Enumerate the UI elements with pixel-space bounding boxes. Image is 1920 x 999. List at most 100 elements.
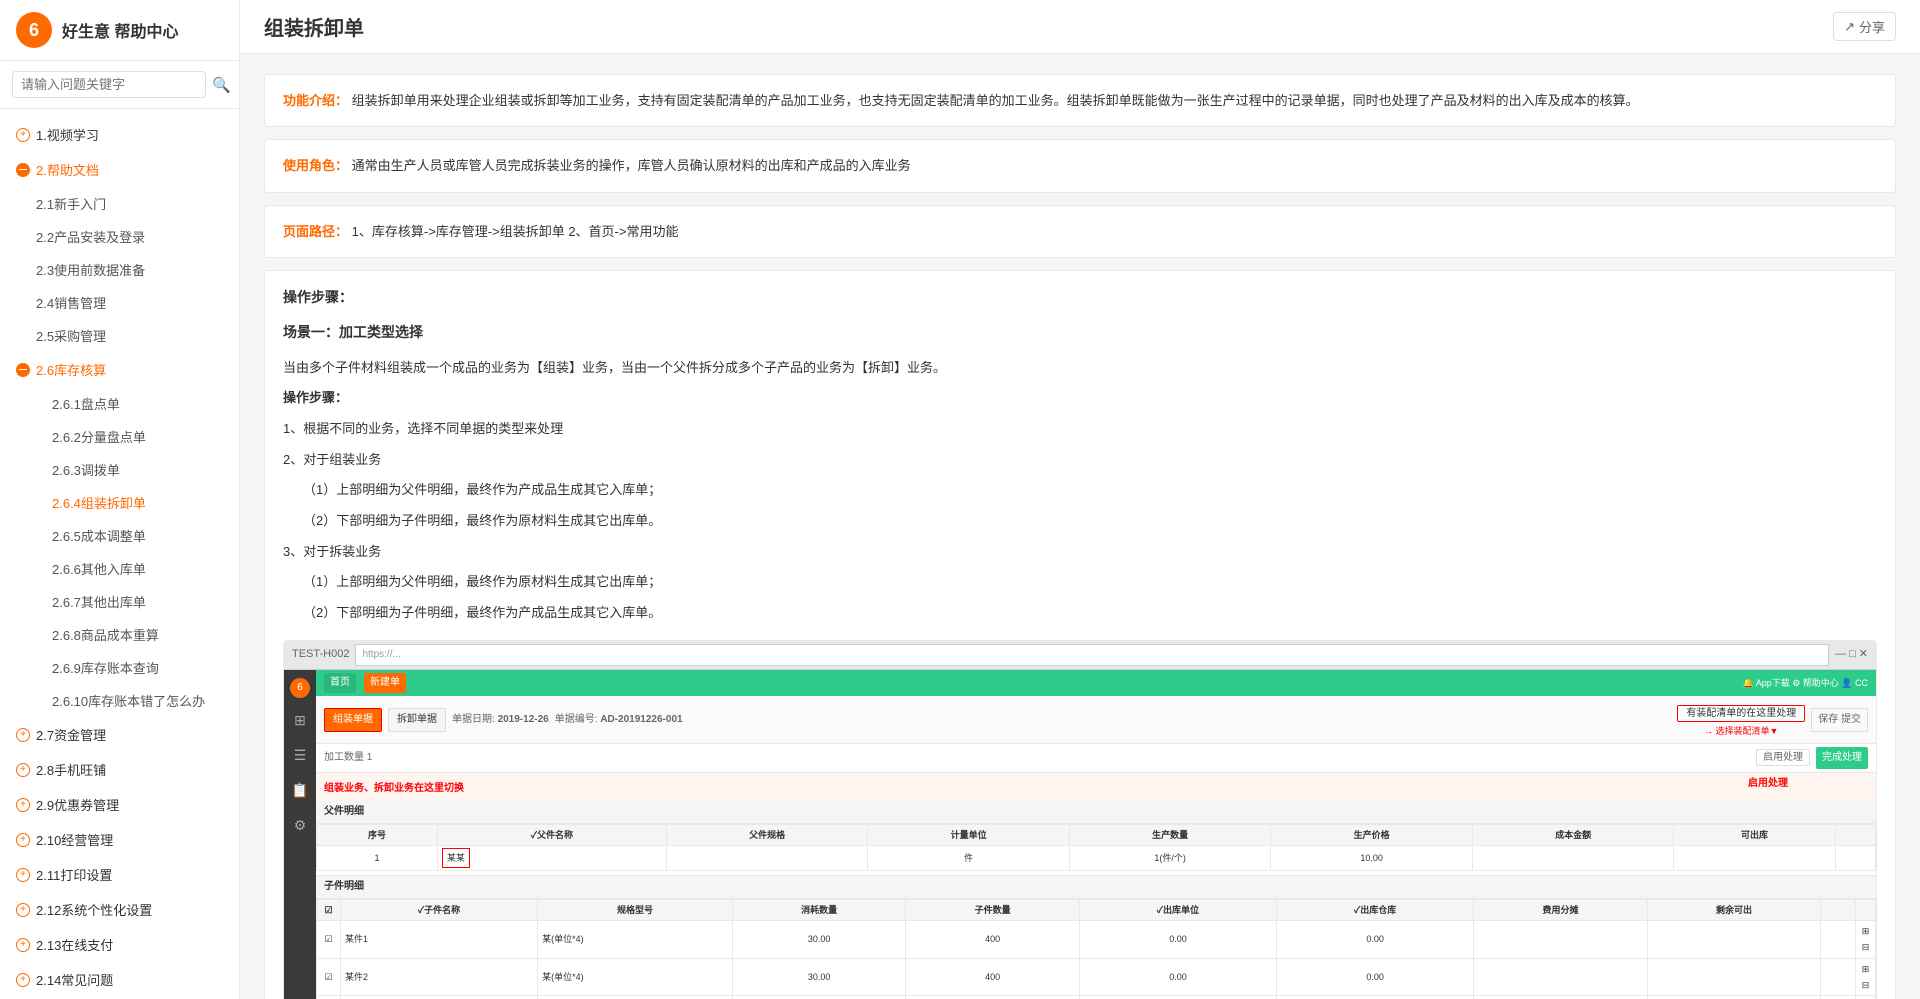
step3: 3、对于拆装业务	[283, 540, 1877, 565]
page-title: 组装拆卸单	[264, 12, 364, 41]
sidebar-item-mobile[interactable]: + 2.8手机旺铺	[0, 752, 239, 787]
expand-icon: +	[16, 728, 30, 742]
mock-enable-btn: 启用处理	[1756, 749, 1810, 766]
role-text: 通常由生产人员或库管人员完成拆装业务的操作，库管人员确认原材料的出库和产成品的入…	[352, 158, 911, 173]
logo-icon: 6	[16, 12, 52, 48]
scene1-label: 场景一：加工类型选择	[283, 320, 1877, 345]
path-label: 页面路径：	[283, 224, 348, 239]
content-area: 功能介绍： 组装拆卸单用来处理企业组装或拆卸等加工业务，支持有固定装配清单的产品…	[240, 54, 1920, 999]
mock-logo: 6	[290, 678, 310, 698]
expand-icon: +	[16, 833, 30, 847]
role-block: 使用角色： 通常由生产人员或库管人员完成拆装业务的操作，库管人员确认原材料的出库…	[264, 139, 1896, 192]
sidebar-item-stocktake[interactable]: 2.6.1盘点单	[0, 387, 239, 420]
collapse-icon-inventory	[16, 363, 30, 377]
sidebar-item-recalc[interactable]: 2.6.8商品成本重算	[0, 618, 239, 651]
mock-tab-new: 新建单	[364, 673, 406, 693]
step2-sub1: （1）上部明细为父件明细，最终作为产成品生成其它入库单；	[303, 478, 1877, 503]
sidebar-item-install[interactable]: 2.2产品安装及登录	[0, 220, 239, 253]
collapse-icon	[16, 163, 30, 177]
mock-nav-icon3: 📋	[291, 778, 308, 803]
expand-icon: +	[16, 128, 30, 142]
mock-app-controls: — □ ✕	[1835, 645, 1868, 665]
sidebar-item-faq[interactable]: + 2.14常见问题	[0, 962, 239, 997]
path-block: 页面路径： 1、库存核算->库存管理->组装拆卸单 2、首页->常用功能	[264, 205, 1896, 258]
sidebar-item-newcomer[interactable]: 2.1新手入门	[0, 187, 239, 220]
mock-qty-label: 加工数量 1	[324, 749, 372, 767]
step3-sub1: （1）上部明细为父件明细，最终作为原材料生成其它出库单；	[303, 570, 1877, 595]
sidebar: 6 好生意 帮助中心 🔍 + 1.视频学习 2.帮助文档 2.1新手入门 2.2…	[0, 0, 240, 999]
sidebar-item-cost[interactable]: 2.6.5成本调整单	[0, 519, 239, 552]
sidebar-item-finance[interactable]: + 2.7资金管理	[0, 717, 239, 752]
expand-icon: +	[16, 798, 30, 812]
expand-icon: +	[16, 903, 30, 917]
mock-btn-select-bom: 有装配清单的在这里处理	[1677, 705, 1805, 722]
mock-annotation1: → 选择装配清单▼	[1677, 723, 1805, 739]
expand-icon: +	[16, 973, 30, 987]
sidebar-item-other-in[interactable]: 2.6.6其他入库单	[0, 552, 239, 585]
sidebar-item-error[interactable]: 2.6.10库存账本错了怎么办	[0, 684, 239, 717]
sidebar-item-ledger[interactable]: 2.6.9库存账本查询	[0, 651, 239, 684]
step1: 1、根据不同的业务，选择不同单据的类型来处理	[283, 417, 1877, 442]
sidebar-item-other-out[interactable]: 2.6.7其他出库单	[0, 585, 239, 618]
annotation-enable: 启用处理	[1748, 775, 1788, 793]
ops-label: 操作步骤：	[283, 285, 1877, 310]
main-header: 组装拆卸单 ↗ 分享	[240, 0, 1920, 54]
mock-form-date: 单据日期: 2019-12-26	[452, 711, 549, 729]
step2-sub2: （2）下部明细为子件明细，最终作为原材料生成其它出库单。	[303, 509, 1877, 534]
intro-label: 功能介绍：	[283, 93, 348, 108]
sidebar-item-ops[interactable]: + 2.10经营管理	[0, 822, 239, 857]
mock-confirm-btn: 完成处理	[1816, 747, 1868, 769]
ops-steps-label: 操作步骤：	[283, 386, 1877, 411]
sidebar-item-payment[interactable]: + 2.13在线支付	[0, 927, 239, 962]
mock-parent-label: 父件明细	[316, 801, 1876, 824]
mock-btn-save: 保存 提交	[1811, 708, 1868, 732]
sidebar-item-custom[interactable]: + 2.12系统个性化设置	[0, 892, 239, 927]
expand-icon: +	[16, 763, 30, 777]
scene1-desc: 当由多个子件材料组装成一个成品的业务为【组装】业务，当由一个父件拆分成多个子产品…	[283, 356, 1877, 381]
mock-tab-home: 首页	[324, 673, 356, 693]
search-box: 🔍	[0, 61, 239, 109]
mock-nav-icon4: ⚙	[294, 813, 307, 838]
expand-icon: +	[16, 868, 30, 882]
mock-parent-table: 序号 ✓父件名称 父件规格 计量单位 生产数量 生产价格 成本金额 可出库	[316, 824, 1876, 871]
sidebar-item-coupon[interactable]: + 2.9优惠券管理	[0, 787, 239, 822]
intro-text: 组装拆卸单用来处理企业组装或拆卸等加工业务，支持有固定装配清单的产品加工业务，也…	[352, 93, 1639, 108]
mock-address-bar: TEST-H002	[292, 645, 349, 665]
step2: 2、对于组装业务	[283, 448, 1877, 473]
mock-child-label: 子件明细	[316, 875, 1876, 899]
step3-sub2: （2）下部明细为子件明细，最终作为产成品生成其它入库单。	[303, 601, 1877, 626]
mock-form-id: 单据编号: AD-20191226-001	[555, 711, 683, 729]
sidebar-item-label: 1.视频学习	[36, 125, 99, 144]
search-input[interactable]	[12, 71, 206, 98]
mock-btn-disassembly: 拆卸单据	[388, 708, 446, 732]
main-content: 组装拆卸单 ↗ 分享 功能介绍： 组装拆卸单用来处理企业组装或拆卸等加工业务，支…	[240, 0, 1920, 999]
sidebar-item-data[interactable]: 2.3使用前数据准备	[0, 253, 239, 286]
expand-icon: +	[16, 938, 30, 952]
search-icon[interactable]: 🔍	[212, 76, 231, 94]
share-icon: ↗	[1844, 19, 1855, 35]
intro-block: 功能介绍： 组装拆卸单用来处理企业组装或拆卸等加工业务，支持有固定装配清单的产品…	[264, 74, 1896, 127]
sidebar-item-label: 2.帮助文档	[36, 160, 99, 179]
ops-block: 操作步骤： 场景一：加工类型选择 当由多个子件材料组装成一个成品的业务为【组装】…	[264, 270, 1896, 999]
annotation-switch: 组装业务、拆卸业务在这里切换	[324, 783, 464, 794]
sidebar-title: 好生意 帮助中心	[62, 18, 178, 42]
sidebar-item-assembly[interactable]: 2.6.4组装拆卸单	[0, 486, 239, 519]
sidebar-item-inventory[interactable]: 2.6库存核算	[0, 352, 239, 387]
sidebar-item-partial[interactable]: 2.6.2分量盘点单	[0, 420, 239, 453]
mock-nav-icon1: ⊞	[294, 708, 306, 733]
sidebar-item-print[interactable]: + 2.11打印设置	[0, 857, 239, 892]
mock-btn-assembly: 组装单据	[324, 708, 382, 732]
sidebar-item-purchase[interactable]: 2.5采购管理	[0, 319, 239, 352]
sidebar-item-sales[interactable]: 2.4销售管理	[0, 286, 239, 319]
sidebar-item-transfer[interactable]: 2.6.3调拨单	[0, 453, 239, 486]
mock-parent-name: 某某	[442, 848, 470, 868]
mock-topbar-icons: 🔔 App下载 ⚙ 帮助中心 👤 CC	[1743, 675, 1869, 691]
screenshot: TEST-H002 https://... — □ ✕ 6 ⊞ ☰ 📋 ⚙	[283, 640, 1877, 999]
share-button[interactable]: ↗ 分享	[1833, 12, 1896, 41]
sidebar-header: 6 好生意 帮助中心	[0, 0, 239, 61]
mock-nav-icon2: ☰	[294, 743, 307, 768]
path-text: 1、库存核算->库存管理->组装拆卸单 2、首页->常用功能	[352, 224, 679, 239]
sidebar-item-video[interactable]: + 1.视频学习	[0, 117, 239, 152]
mock-child-table: ☑ ✓子件名称 规格型号 消耗数量 子件数量 ✓出库单位 ✓出库仓库 费用分摊	[316, 899, 1876, 999]
sidebar-item-docs[interactable]: 2.帮助文档	[0, 152, 239, 187]
